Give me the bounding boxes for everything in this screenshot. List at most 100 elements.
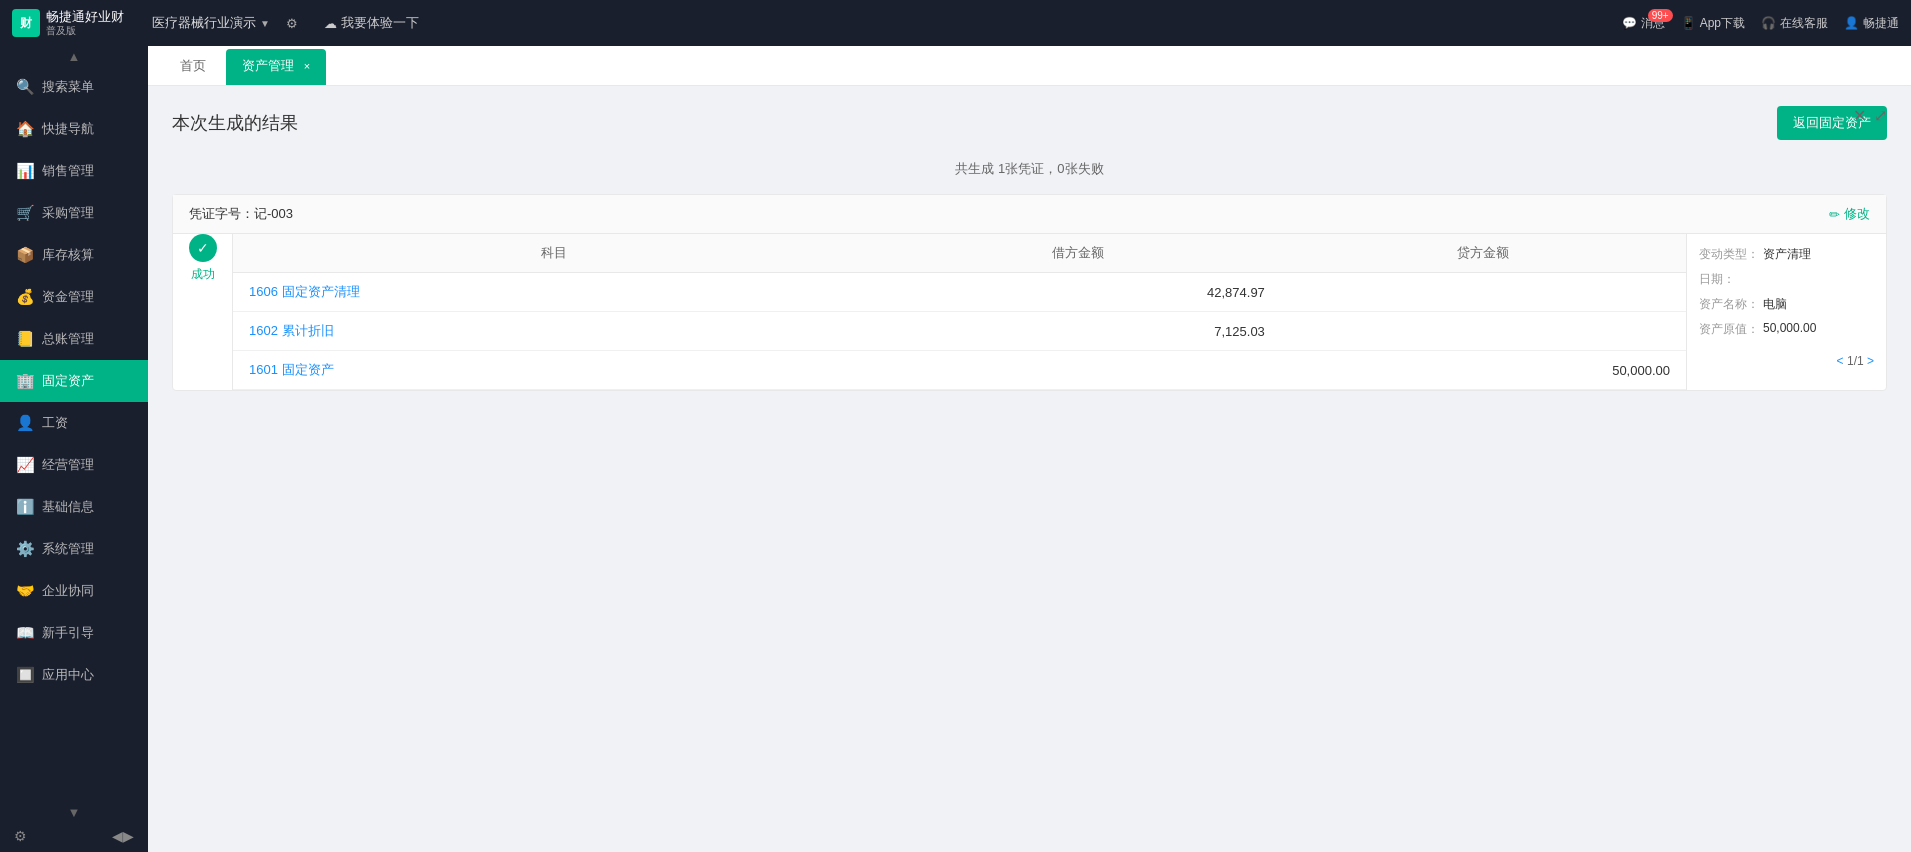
tab-asset-mgmt-label: 资产管理 xyxy=(242,58,294,73)
fixed-assets-icon: 🏢 xyxy=(16,372,34,390)
table-row: 1601 固定资产 50,000.00 xyxy=(233,351,1686,390)
credit-cell xyxy=(1281,312,1686,351)
prev-page-icon[interactable]: < xyxy=(1837,354,1844,368)
sidebar-item-label: 库存核算 xyxy=(42,246,94,264)
subject-cell[interactable]: 1606 固定资产清理 xyxy=(233,273,876,312)
subject-cell[interactable]: 1602 累计折旧 xyxy=(233,312,876,351)
col-header-credit: 贷方金额 xyxy=(1281,234,1686,273)
sidebar-item-purchase[interactable]: 🛒 采购管理 xyxy=(0,192,148,234)
voucher-card: 凭证字号：记-003 ✏ 修改 ✓ 成功 xyxy=(172,194,1887,391)
voucher-table: 科目 借方金额 贷方金额 1606 固定资产清理 42,874.97 xyxy=(233,234,1686,390)
asset-name-value: 电脑 xyxy=(1763,296,1787,313)
debit-cell xyxy=(876,351,1281,390)
company-selector[interactable]: 医疗器械行业演示 ▼ xyxy=(152,14,270,32)
subject-cell[interactable]: 1601 固定资产 xyxy=(233,351,876,390)
sidebar-item-label: 搜索菜单 xyxy=(42,78,94,96)
service-icon: 🎧 xyxy=(1761,16,1776,30)
edit-label: 修改 xyxy=(1844,205,1870,223)
try-label: 我要体验一下 xyxy=(341,14,419,32)
sidebar-item-quick-nav[interactable]: 🏠 快捷导航 xyxy=(0,108,148,150)
home-icon: 🏠 xyxy=(16,120,34,138)
settings-bottom-icon[interactable]: ⚙ xyxy=(14,828,27,844)
tab-home[interactable]: 首页 xyxy=(164,49,222,85)
sidebar-item-guide[interactable]: 📖 新手引导 xyxy=(0,612,148,654)
success-checkmark-icon: ✓ xyxy=(189,234,217,262)
sidebar-item-inventory[interactable]: 📦 库存核算 xyxy=(0,234,148,276)
sidebar-item-sales[interactable]: 📊 销售管理 xyxy=(0,150,148,192)
content-area: 首页 资产管理 × ✕ ⤢ 本次生成的结果 返回固定资产 共生成 1张凭证，0张… xyxy=(148,46,1911,852)
sidebar-bottom: ⚙ ◀▶ xyxy=(0,819,148,852)
online-service-label: 在线客服 xyxy=(1780,15,1828,32)
page-content: ✕ ⤢ 本次生成的结果 返回固定资产 共生成 1张凭证，0张失败 凭证字号：记-… xyxy=(148,86,1911,852)
main-layout: ▲ 🔍 搜索菜单 🏠 快捷导航 📊 销售管理 🛒 采购管理 📦 库存核算 xyxy=(0,46,1911,852)
top-bar: 财 畅捷通好业财 普及版 医疗器械行业演示 ▼ ⚙ ☁ 我要体验一下 💬 消息 … xyxy=(0,0,1911,46)
app-download-label: App下载 xyxy=(1700,15,1745,32)
message-btn[interactable]: 💬 消息 99+ xyxy=(1622,15,1665,32)
sidebar-scroll-up[interactable]: ▲ xyxy=(0,46,148,66)
try-button[interactable]: ☁ 我要体验一下 xyxy=(324,14,419,32)
logo-area: 财 畅捷通好业财 普及版 xyxy=(12,9,124,37)
user-avatar-icon: 👤 xyxy=(1844,16,1859,30)
top-bar-left: 财 畅捷通好业财 普及版 医疗器械行业演示 ▼ ⚙ ☁ 我要体验一下 xyxy=(12,9,419,37)
voucher-header: 凭证字号：记-003 ✏ 修改 xyxy=(173,195,1886,234)
table-row: 1602 累计折旧 7,125.03 xyxy=(233,312,1686,351)
tab-close-icon[interactable]: × xyxy=(304,60,310,72)
purchase-icon: 🛒 xyxy=(16,204,34,222)
edit-button[interactable]: ✏ 修改 xyxy=(1829,205,1870,223)
change-type-value: 资产清理 xyxy=(1763,246,1811,263)
sidebar-scroll-down[interactable]: ▼ xyxy=(0,802,148,822)
ledger-icon: 📒 xyxy=(16,330,34,348)
company-name: 医疗器械行业演示 xyxy=(152,14,256,32)
edit-icon: ✏ xyxy=(1829,207,1840,222)
sidebar-item-system[interactable]: ⚙️ 系统管理 xyxy=(0,528,148,570)
sidebar-item-app-center[interactable]: 🔲 应用中心 xyxy=(0,654,148,696)
close-panel-icon[interactable]: ✕ xyxy=(1853,106,1866,125)
settings-icon[interactable]: ⚙ xyxy=(278,9,306,37)
asset-name-label: 资产名称： xyxy=(1699,296,1759,313)
inventory-icon: 📦 xyxy=(16,246,34,264)
debit-cell: 42,874.97 xyxy=(876,273,1281,312)
success-indicator: ✓ 成功 xyxy=(173,234,233,390)
sidebar-item-label: 应用中心 xyxy=(42,666,94,684)
cooperation-icon: 🤝 xyxy=(16,582,34,600)
side-info-panel: 变动类型： 资产清理 日期： 资产名称： 电脑 资产原值： xyxy=(1686,234,1886,390)
download-icon: 📱 xyxy=(1681,16,1696,30)
app-download-btn[interactable]: 📱 App下载 xyxy=(1681,15,1745,32)
tab-asset-mgmt[interactable]: 资产管理 × xyxy=(226,49,326,85)
sidebar-item-label: 销售管理 xyxy=(42,162,94,180)
date-label: 日期： xyxy=(1699,271,1735,288)
sidebar-item-cooperation[interactable]: 🤝 企业协同 xyxy=(0,570,148,612)
original-value-row: 资产原值： 50,000.00 xyxy=(1699,321,1874,338)
guide-icon: 📖 xyxy=(16,624,34,642)
sidebar-item-label: 系统管理 xyxy=(42,540,94,558)
expand-panel-icon[interactable]: ⤢ xyxy=(1874,106,1887,125)
sidebar-item-finance[interactable]: 💰 资金管理 xyxy=(0,276,148,318)
sidebar-item-operations[interactable]: 📈 经营管理 xyxy=(0,444,148,486)
sidebar-item-ledger[interactable]: 📒 总账管理 xyxy=(0,318,148,360)
system-icon: ⚙️ xyxy=(16,540,34,558)
change-type-row: 变动类型： 资产清理 xyxy=(1699,246,1874,263)
sidebar-item-fixed-assets[interactable]: 🏢 固定资产 xyxy=(0,360,148,402)
payroll-icon: 👤 xyxy=(16,414,34,432)
user-menu[interactable]: 👤 畅捷通 xyxy=(1844,15,1899,32)
debit-cell: 7,125.03 xyxy=(876,312,1281,351)
pagination: < 1/1 > xyxy=(1699,346,1874,368)
sidebar-item-label: 固定资产 xyxy=(42,372,94,390)
sidebar-item-label: 工资 xyxy=(42,414,68,432)
sidebar-menu: 🔍 搜索菜单 🏠 快捷导航 📊 销售管理 🛒 采购管理 📦 库存核算 💰 xyxy=(0,46,148,819)
sidebar-item-payroll[interactable]: 👤 工资 xyxy=(0,402,148,444)
online-service-btn[interactable]: 🎧 在线客服 xyxy=(1761,15,1828,32)
asset-name-row: 资产名称： 电脑 xyxy=(1699,296,1874,313)
collapse-icon[interactable]: ◀▶ xyxy=(112,828,134,844)
next-page-icon[interactable]: > xyxy=(1867,354,1874,368)
sidebar-item-label: 新手引导 xyxy=(42,624,94,642)
sidebar-item-label: 采购管理 xyxy=(42,204,94,222)
page-title: 本次生成的结果 xyxy=(172,111,298,135)
sidebar-item-search[interactable]: 🔍 搜索菜单 xyxy=(0,66,148,108)
tab-bar: 首页 资产管理 × xyxy=(148,46,1911,86)
tab-home-label: 首页 xyxy=(180,58,206,73)
sidebar-item-label: 基础信息 xyxy=(42,498,94,516)
date-row: 日期： xyxy=(1699,271,1874,288)
original-value-label: 资产原值： xyxy=(1699,321,1759,338)
sidebar-item-basic-info[interactable]: ℹ️ 基础信息 xyxy=(0,486,148,528)
